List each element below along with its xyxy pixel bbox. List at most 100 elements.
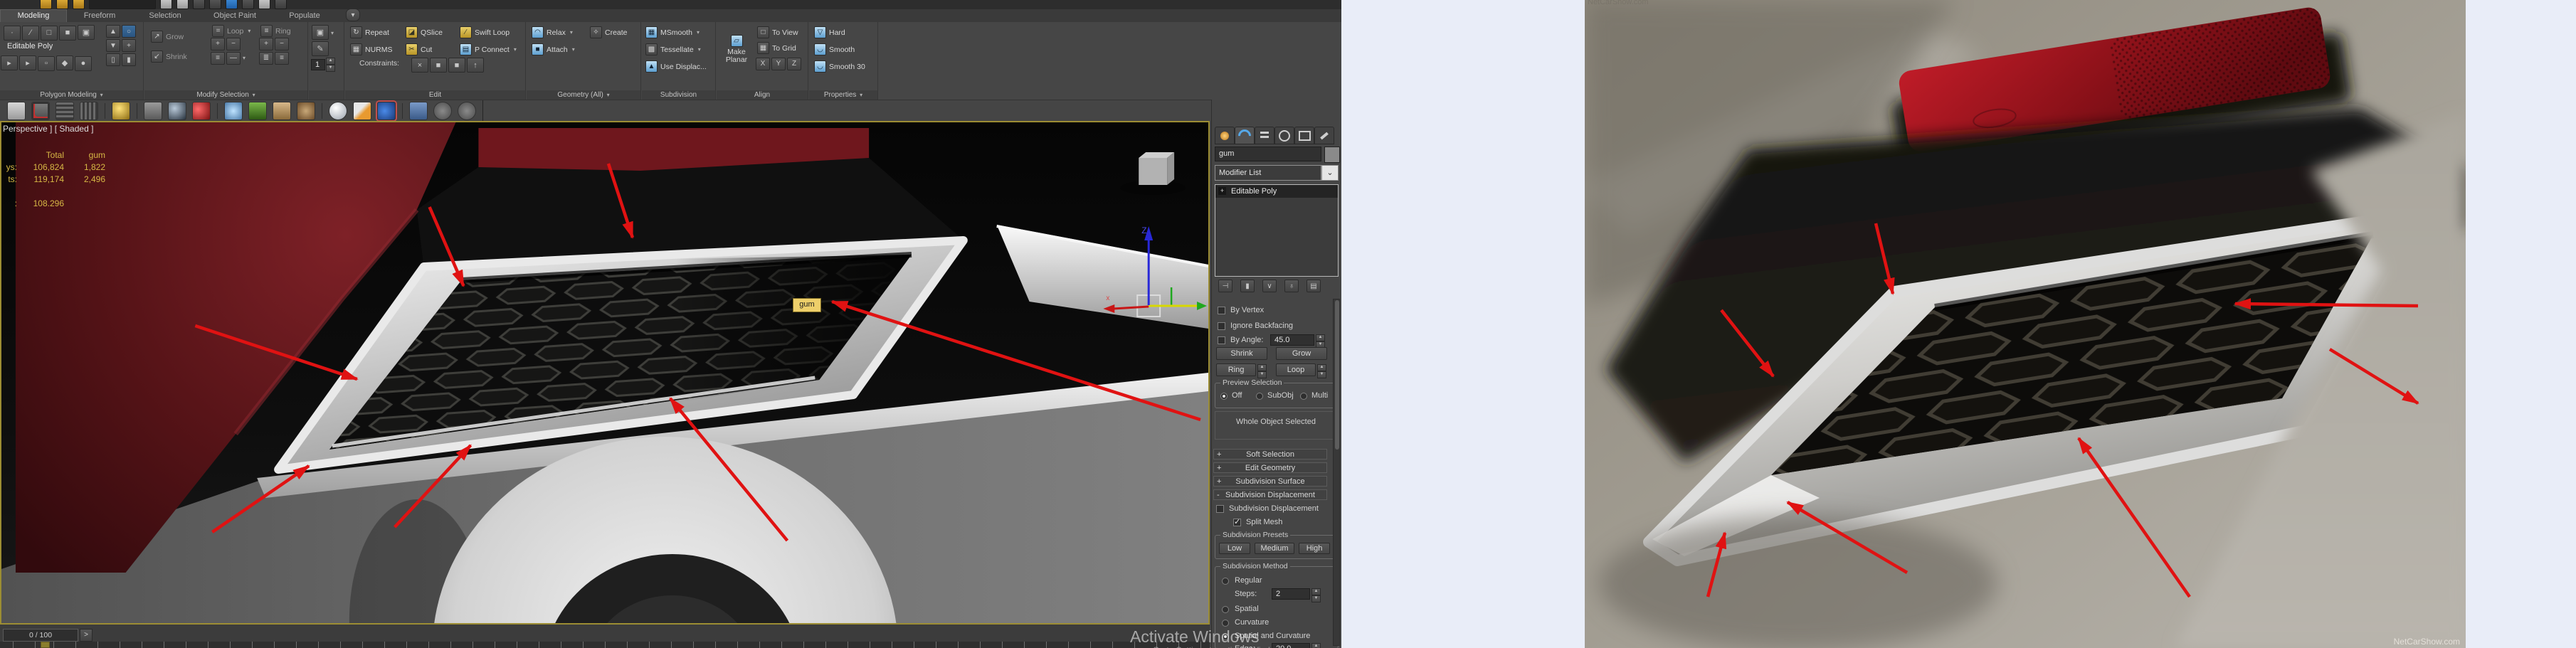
state-sets-icon[interactable] (409, 101, 428, 120)
layer-explorer-icon[interactable] (80, 101, 98, 120)
make-unique-icon[interactable]: ∨ (1262, 280, 1277, 292)
ox-fur-icon[interactable] (297, 101, 315, 120)
polygon-modeling-group-label[interactable]: Polygon Modeling ▾ (0, 90, 143, 100)
preview-off-radio[interactable] (1220, 393, 1228, 400)
scene-explorer-icon[interactable] (56, 101, 74, 120)
tab-selection[interactable]: Selection (132, 10, 198, 22)
edge-mode-icon[interactable]: ⁄ (22, 25, 39, 41)
split-mesh-checkbox[interactable] (1233, 517, 1241, 526)
foliage-icon[interactable] (248, 101, 267, 120)
grow-button-panel[interactable]: Grow (1276, 347, 1327, 360)
tessellate-button[interactable]: ▩ Tessellate ▾ (645, 43, 701, 55)
stack-down-icon[interactable]: ▼ (106, 39, 120, 52)
select-link-icon[interactable] (73, 0, 85, 9)
spatial-radio[interactable] (1222, 606, 1229, 613)
ring-spinner[interactable]: ▲ ▼ (1257, 364, 1267, 378)
smooth-button[interactable]: ◡ Smooth (814, 43, 855, 55)
modifier-list-chevron[interactable]: ⌄ (1321, 165, 1339, 181)
cut-button[interactable]: ✂ Cut (406, 43, 432, 55)
ring-mode-icon[interactable]: ≣ (259, 51, 273, 65)
ring-grow-icon[interactable]: + (259, 37, 273, 51)
paint-options-icon[interactable]: ✎ (312, 41, 329, 56)
use-displacement-button[interactable]: ▲ Use Displac... (645, 60, 707, 73)
steps-field[interactable]: 2 (1272, 588, 1310, 600)
ring-button-panel[interactable]: Ring (1216, 363, 1256, 376)
select-and-rotate-icon[interactable] (242, 0, 254, 9)
preset-low-button[interactable]: Low (1219, 543, 1250, 554)
tab-modeling[interactable]: Modeling (0, 9, 67, 22)
ignore-backfacing-checkbox[interactable] (1218, 322, 1225, 330)
tab-populate[interactable]: Populate (272, 10, 337, 22)
shrink-button-panel[interactable]: Shrink (1216, 347, 1267, 360)
create-button[interactable]: ✧ Create (590, 26, 628, 38)
dot-loop-icon[interactable]: ― (226, 51, 241, 65)
edge-spinner[interactable]: ▲▼ (1311, 643, 1321, 648)
show-end-result-icon[interactable]: ○ (122, 25, 136, 38)
vertex-mode-icon[interactable]: · (4, 25, 21, 41)
edit-group-label[interactable]: Edit (345, 90, 525, 100)
constraint-edge-icon[interactable]: ■ (430, 58, 447, 73)
loop-shrink-icon[interactable]: − (226, 37, 241, 51)
curvature-radio[interactable] (1222, 620, 1229, 627)
modifier-stack[interactable]: + Editable Poly (1215, 184, 1339, 277)
select-and-move-icon[interactable] (226, 0, 238, 9)
redo-icon[interactable] (56, 0, 68, 9)
render-region-icon[interactable] (377, 101, 396, 120)
tab-display[interactable] (1294, 127, 1314, 144)
environment-icon[interactable] (168, 101, 186, 120)
align-x-button[interactable]: X (756, 57, 770, 70)
compact-material-editor-icon[interactable] (353, 101, 371, 120)
by-angle-checkbox[interactable] (1218, 336, 1225, 344)
polygon-mode-icon[interactable]: ■ (59, 25, 76, 41)
selection-filter-field[interactable] (89, 0, 156, 9)
preview-subobj-radio[interactable] (1256, 393, 1263, 400)
rendered-frame-window-icon[interactable] (31, 101, 50, 120)
soft-select-icon[interactable]: ● (75, 55, 92, 71)
configure-modifier-sets-icon[interactable]: ▤ (1307, 280, 1321, 292)
to-grid-button[interactable]: ▦ To Grid (757, 42, 796, 54)
loop-grow-icon[interactable]: + (211, 37, 225, 51)
nurms-button[interactable]: ▦ NURMS (350, 43, 393, 55)
msmooth-button[interactable]: ▦ MSmooth ▾ (645, 26, 700, 38)
select-object-icon[interactable] (160, 0, 172, 9)
regular-radio[interactable] (1222, 578, 1229, 585)
spin-down-icon[interactable]: ▼ (326, 65, 335, 72)
iterations-spinner[interactable]: ▲ ▼ (326, 58, 335, 72)
object-color-swatch[interactable] (1324, 147, 1340, 163)
pin-stack-icon[interactable]: + (122, 39, 136, 52)
preset-high-button[interactable]: High (1299, 543, 1330, 554)
stack-item-editable-poly[interactable]: + Editable Poly (1215, 185, 1338, 198)
measure-icon[interactable]: ▯ (106, 53, 120, 66)
modify-selection-group-label[interactable]: Modify Selection ▾ (144, 90, 307, 100)
rollout-soft-selection[interactable]: + Soft Selection (1213, 449, 1327, 460)
viewport-label[interactable]: Perspective ] [ Shaded ] (3, 124, 93, 134)
make-planar-button[interactable]: ▱ Make Planar (720, 35, 753, 64)
tab-hierarchy[interactable] (1255, 127, 1274, 144)
preview-multi-radio[interactable] (1300, 393, 1307, 400)
loop-button[interactable]: = Loop ▾ (212, 25, 250, 37)
track-bar[interactable] (0, 642, 1210, 648)
command-panel-scroll-thumb[interactable] (1335, 300, 1339, 450)
collapse-icon[interactable]: ▫ (38, 55, 55, 71)
by-vertex-checkbox[interactable] (1218, 307, 1225, 314)
ring-button[interactable]: ≡ Ring (260, 25, 291, 37)
info-icon[interactable] (458, 101, 476, 120)
object-name-field[interactable]: gum (1215, 147, 1321, 161)
element-mode-icon[interactable]: ▣ (78, 25, 95, 40)
tab-freeform[interactable]: Freeform (67, 10, 132, 22)
snaps-toggle-icon[interactable] (275, 0, 287, 9)
snowflake-icon[interactable] (224, 101, 243, 120)
preview-subobject-icon[interactable]: ▸ (1, 55, 18, 70)
ring-shrink-icon[interactable]: − (275, 37, 289, 51)
iterations-field[interactable]: 1 (311, 59, 325, 70)
help-icon[interactable] (433, 101, 452, 120)
align-z-button[interactable]: Z (787, 57, 801, 70)
angle-value-field[interactable]: 45.0 (1270, 334, 1314, 346)
tab-modify[interactable] (1235, 126, 1255, 145)
spin-up-icon[interactable]: ▲ (326, 58, 335, 65)
render-setup-icon[interactable] (112, 101, 130, 120)
select-by-name-icon[interactable] (176, 0, 189, 9)
tab-create[interactable] (1215, 127, 1235, 144)
constraint-normal-icon[interactable]: ↑ (467, 58, 484, 73)
subdivision-group-label[interactable]: Subdivision (642, 90, 715, 100)
